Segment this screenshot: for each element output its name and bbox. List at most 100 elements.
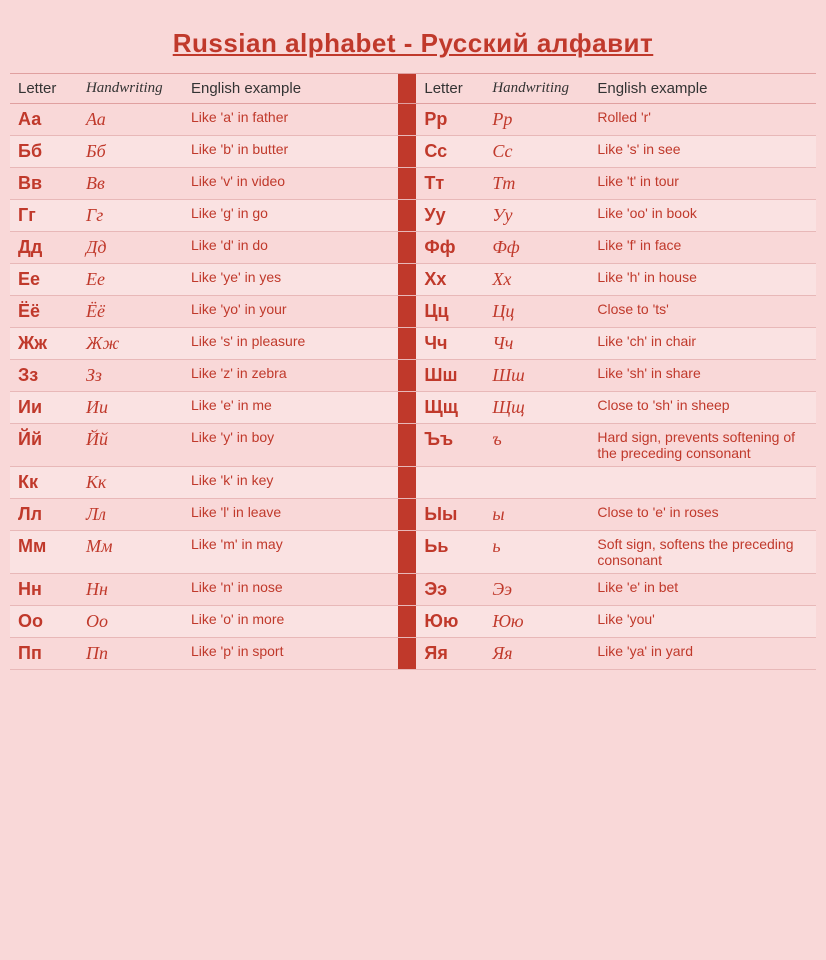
- right-example: Hard sign, prevents softening of the pre…: [589, 424, 816, 467]
- right-handwriting: Чч: [484, 328, 589, 360]
- row-divider: [398, 168, 416, 200]
- left-example: Like 'yo' in your: [183, 296, 398, 328]
- right-letter: Тт: [416, 168, 484, 200]
- header-letter-right: Letter: [416, 74, 484, 104]
- right-handwriting: ъ: [484, 424, 589, 467]
- right-letter: Фф: [416, 232, 484, 264]
- right-example: Like 'h' in house: [589, 264, 816, 296]
- left-handwriting: Ее: [78, 264, 183, 296]
- row-divider: [398, 531, 416, 574]
- row-divider: [398, 392, 416, 424]
- right-handwriting: Сс: [484, 136, 589, 168]
- right-example: Like 's' in see: [589, 136, 816, 168]
- left-example: Like 'g' in go: [183, 200, 398, 232]
- left-example: Like 'y' in boy: [183, 424, 398, 467]
- right-handwriting: Фф: [484, 232, 589, 264]
- left-handwriting: Оо: [78, 606, 183, 638]
- right-example: Like 'ch' in chair: [589, 328, 816, 360]
- right-handwriting: ь: [484, 531, 589, 574]
- right-letter: Ыы: [416, 499, 484, 531]
- left-example: Like 'v' in video: [183, 168, 398, 200]
- right-letter: [416, 467, 484, 499]
- right-handwriting: [484, 467, 589, 499]
- right-example: Like 'f' in face: [589, 232, 816, 264]
- left-letter: Нн: [10, 574, 78, 606]
- left-letter: Бб: [10, 136, 78, 168]
- left-letter: Жж: [10, 328, 78, 360]
- left-letter: Зз: [10, 360, 78, 392]
- left-handwriting: Аа: [78, 104, 183, 136]
- header-handwriting-right: Handwriting: [484, 74, 589, 104]
- right-letter: Цц: [416, 296, 484, 328]
- right-handwriting: Тт: [484, 168, 589, 200]
- left-example: Like 'a' in father: [183, 104, 398, 136]
- right-example: Like 't' in tour: [589, 168, 816, 200]
- left-handwriting: Пп: [78, 638, 183, 670]
- left-example: Like 'o' in more: [183, 606, 398, 638]
- row-divider: [398, 467, 416, 499]
- row-divider: [398, 606, 416, 638]
- left-handwriting: Нн: [78, 574, 183, 606]
- row-divider: [398, 424, 416, 467]
- right-handwriting: ы: [484, 499, 589, 531]
- row-divider: [398, 328, 416, 360]
- right-example: Like 'ya' in yard: [589, 638, 816, 670]
- left-example: Like 'p' in sport: [183, 638, 398, 670]
- left-handwriting: Вв: [78, 168, 183, 200]
- left-handwriting: Йй: [78, 424, 183, 467]
- right-letter: Яя: [416, 638, 484, 670]
- right-handwriting: Шш: [484, 360, 589, 392]
- left-handwriting: Кк: [78, 467, 183, 499]
- right-handwriting: Рр: [484, 104, 589, 136]
- left-handwriting: Дд: [78, 232, 183, 264]
- left-example: Like 'l' in leave: [183, 499, 398, 531]
- divider: [398, 74, 416, 104]
- left-letter: Кк: [10, 467, 78, 499]
- row-divider: [398, 638, 416, 670]
- left-handwriting: Ии: [78, 392, 183, 424]
- right-example: Close to 'sh' in sheep: [589, 392, 816, 424]
- header-example-left: English example: [183, 74, 398, 104]
- row-divider: [398, 360, 416, 392]
- left-example: Like 'm' in may: [183, 531, 398, 574]
- right-handwriting: Цц: [484, 296, 589, 328]
- right-letter: Уу: [416, 200, 484, 232]
- right-letter: Хх: [416, 264, 484, 296]
- right-example: Like 'you': [589, 606, 816, 638]
- row-divider: [398, 136, 416, 168]
- right-example: Like 'oo' in book: [589, 200, 816, 232]
- left-example: Like 'ye' in yes: [183, 264, 398, 296]
- header-example-right: English example: [589, 74, 816, 104]
- left-handwriting: Зз: [78, 360, 183, 392]
- right-example: Like 'e' in bet: [589, 574, 816, 606]
- right-letter: Ъъ: [416, 424, 484, 467]
- row-divider: [398, 104, 416, 136]
- left-example: Like 's' in pleasure: [183, 328, 398, 360]
- right-letter: Ээ: [416, 574, 484, 606]
- row-divider: [398, 232, 416, 264]
- left-example: Like 'z' in zebra: [183, 360, 398, 392]
- left-letter: Вв: [10, 168, 78, 200]
- left-example: Like 'n' in nose: [183, 574, 398, 606]
- right-letter: Рр: [416, 104, 484, 136]
- row-divider: [398, 574, 416, 606]
- left-example: Like 'e' in me: [183, 392, 398, 424]
- left-letter: Дд: [10, 232, 78, 264]
- left-letter: Мм: [10, 531, 78, 574]
- right-letter: Щщ: [416, 392, 484, 424]
- left-letter: Лл: [10, 499, 78, 531]
- alphabet-table: Letter Handwriting English example Lette…: [10, 73, 816, 670]
- right-handwriting: Уу: [484, 200, 589, 232]
- left-handwriting: Бб: [78, 136, 183, 168]
- left-letter: Гг: [10, 200, 78, 232]
- left-handwriting: Лл: [78, 499, 183, 531]
- left-handwriting: Жж: [78, 328, 183, 360]
- left-handwriting: Мм: [78, 531, 183, 574]
- right-example: Close to 'ts': [589, 296, 816, 328]
- left-example: Like 'b' in butter: [183, 136, 398, 168]
- left-letter: Йй: [10, 424, 78, 467]
- row-divider: [398, 499, 416, 531]
- left-example: Like 'k' in key: [183, 467, 398, 499]
- right-example: Close to 'e' in roses: [589, 499, 816, 531]
- right-letter: Шш: [416, 360, 484, 392]
